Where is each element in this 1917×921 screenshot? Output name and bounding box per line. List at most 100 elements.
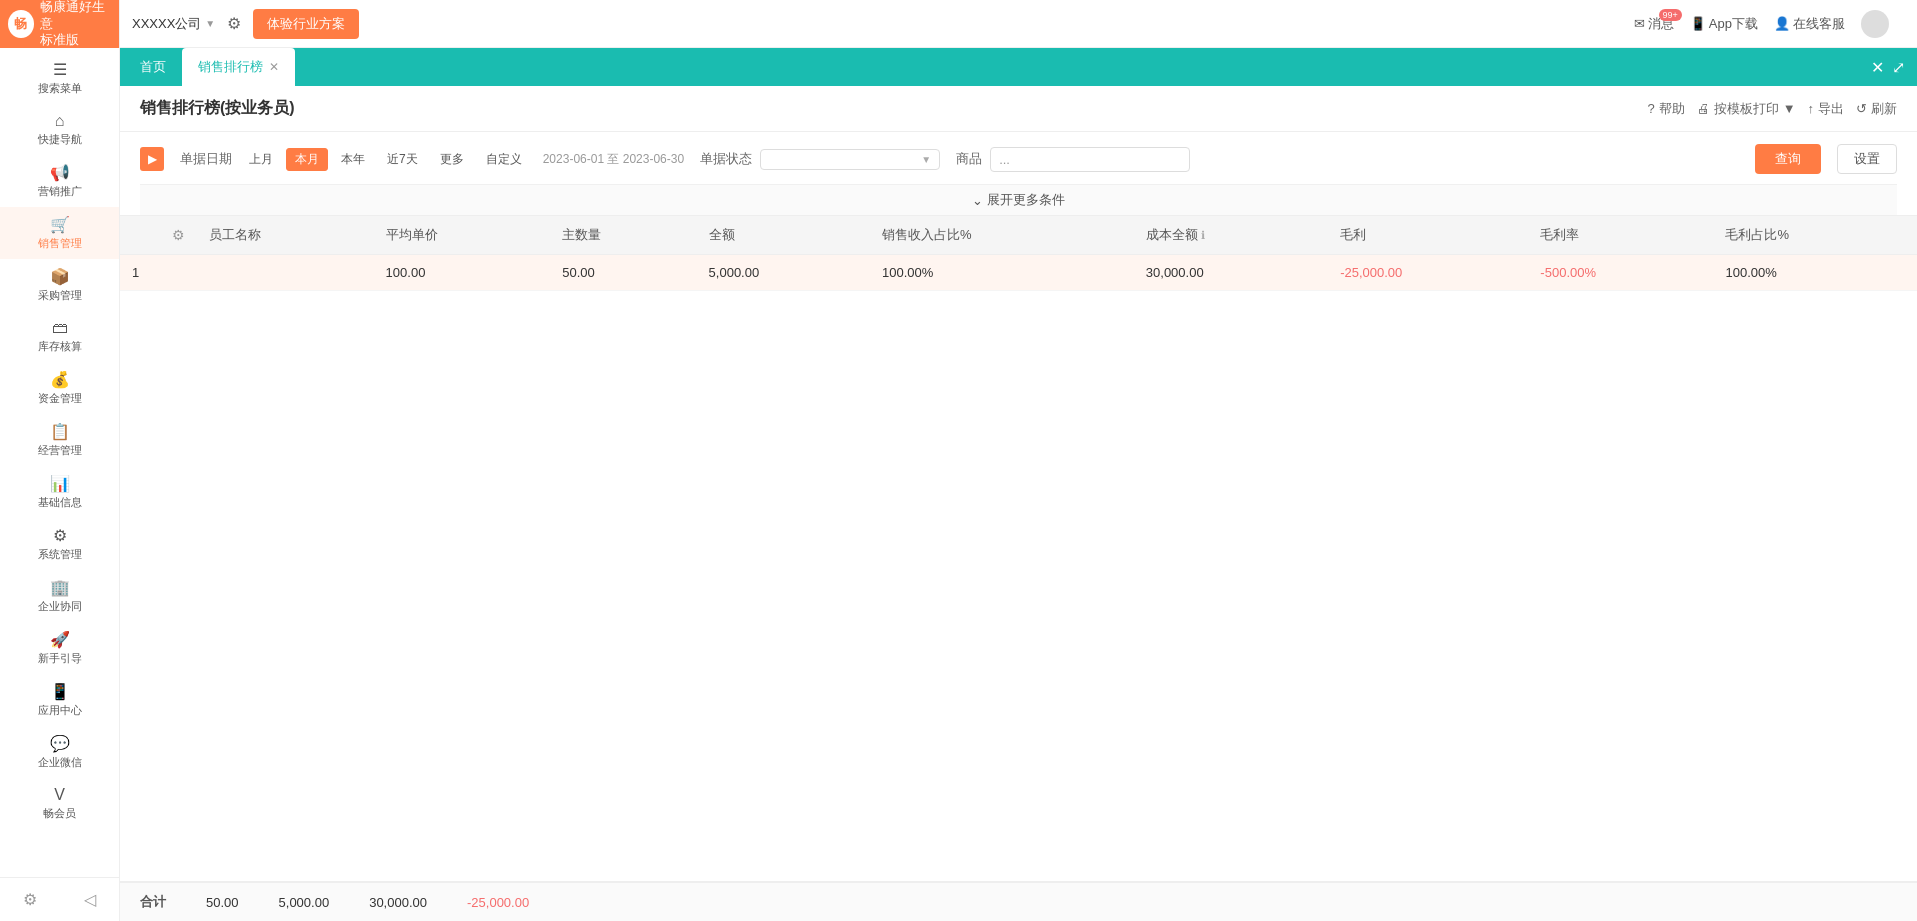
message-badge: 99+: [1659, 9, 1682, 21]
tab-home[interactable]: 首页: [124, 48, 182, 86]
sidebar-item-search[interactable]: ☰ 搜索菜单: [0, 52, 119, 104]
company-selector[interactable]: XXXXX公司 ▼: [132, 15, 215, 33]
sidebar-icon-operation: 📋: [50, 422, 70, 441]
sidebar-item-operation[interactable]: 📋 经营管理: [0, 414, 119, 466]
footer-cost: 30,000.00: [369, 895, 427, 910]
goods-placeholder: ...: [999, 152, 1010, 167]
tabbar: 首页 销售排行榜 ✕ ✕ ⤢: [120, 48, 1917, 86]
sidebar-item-base[interactable]: 📊 基础信息: [0, 466, 119, 518]
service-label: 在线客服: [1793, 15, 1845, 33]
sidebar-label-base: 基础信息: [38, 495, 82, 510]
sidebar-icon-vip: V: [54, 786, 65, 804]
filter-settings-button[interactable]: 设置: [1837, 144, 1897, 174]
query-button[interactable]: 查询: [1755, 144, 1821, 174]
message-icon: ✉: [1634, 16, 1645, 31]
service-icon: 👤: [1774, 16, 1790, 31]
tab-sales-rank-close-icon[interactable]: ✕: [269, 60, 279, 74]
sidebar-label-search: 搜索菜单: [38, 81, 82, 96]
date-btn-more[interactable]: 更多: [431, 148, 473, 171]
date-btn-7days[interactable]: 近7天: [378, 148, 427, 171]
try-solution-button[interactable]: 体验行业方案: [253, 9, 359, 39]
sidebar-item-marketing[interactable]: 📢 营销推广: [0, 155, 119, 207]
message-button[interactable]: ✉ 消息 99+: [1634, 15, 1674, 33]
sidebar-item-system[interactable]: ⚙ 系统管理: [0, 518, 119, 570]
sidebar-item-wechat[interactable]: 💬 企业微信: [0, 726, 119, 778]
date-btn-this-year[interactable]: 本年: [332, 148, 374, 171]
sidebar-settings-btn[interactable]: ⚙: [15, 886, 45, 913]
page-title: 销售排行榜(按业务员): [140, 98, 295, 119]
print-arrow-icon: ▼: [1783, 101, 1796, 116]
status-select[interactable]: ▼: [760, 149, 940, 170]
sidebar-icon-base: 📊: [50, 474, 70, 493]
footer-qty: 50.00: [206, 895, 239, 910]
cell-gross-rate: -500.00%: [1528, 255, 1713, 291]
goods-filter: 商品 ...: [956, 147, 1190, 172]
cell-gross: -25,000.00: [1328, 255, 1528, 291]
cell-qty: 50.00: [550, 255, 696, 291]
tab-sales-rank[interactable]: 销售排行榜 ✕: [182, 48, 295, 86]
help-button[interactable]: ? 帮助: [1647, 100, 1684, 118]
table-footer: 合计 50.00 5,000.00 30,000.00 -25,000.00: [120, 881, 1917, 921]
sidebar-item-enterprise[interactable]: 🏢 企业协同: [0, 570, 119, 622]
app-download-button[interactable]: 📱 App下载: [1690, 15, 1758, 33]
cost-info-icon[interactable]: ℹ: [1201, 229, 1205, 241]
th-gross: 毛利: [1328, 216, 1528, 255]
sidebar-item-sales[interactable]: 🛒 销售管理: [0, 207, 119, 259]
sidebar-icon-marketing: 📢: [50, 163, 70, 182]
th-seq: [120, 216, 160, 255]
sidebar-icon-sales: 🛒: [50, 215, 70, 234]
table-area: ⚙ 员工名称 平均单价 主数量 全额 销售收入占比% 成本全额 ℹ 毛利 毛利率…: [120, 216, 1917, 881]
sidebar-collapse-btn[interactable]: ◁: [76, 886, 104, 913]
sidebar-item-newbie[interactable]: 🚀 新手引导: [0, 622, 119, 674]
logo-icon: 畅: [8, 10, 34, 38]
column-settings-icon[interactable]: ⚙: [172, 227, 185, 243]
sidebar-item-shortcut[interactable]: ⌂ 快捷导航: [0, 104, 119, 155]
template-print-button[interactable]: 🖨 按模板打印 ▼: [1697, 100, 1796, 118]
topbar-settings-icon[interactable]: ⚙: [223, 10, 245, 37]
topbar-right: ✉ 消息 99+ 📱 App下载 👤 在线客服: [1634, 10, 1905, 38]
company-arrow-icon: ▼: [205, 18, 215, 29]
refresh-button[interactable]: ↺ 刷新: [1856, 100, 1897, 118]
th-gross-rate: 毛利率: [1528, 216, 1713, 255]
sidebar-bottom: ⚙ ◁: [0, 877, 119, 921]
filter-row: ▶ 单据日期 上月 本月 本年 近7天 更多 自定义 2023-06-01 至 …: [140, 144, 1897, 184]
sidebar-label-operation: 经营管理: [38, 443, 82, 458]
status-select-arrow-icon: ▼: [921, 154, 931, 165]
sidebar-item-inventory[interactable]: 🗃 库存核算: [0, 311, 119, 362]
app-label: App下载: [1709, 15, 1758, 33]
sidebar-icon-finance: 💰: [50, 370, 70, 389]
date-btn-this-month[interactable]: 本月: [286, 148, 328, 171]
online-service-button[interactable]: 👤 在线客服: [1774, 15, 1845, 33]
sidebar-label-marketing: 营销推广: [38, 184, 82, 199]
sidebar-label-inventory: 库存核算: [38, 339, 82, 354]
export-icon: ↑: [1808, 101, 1815, 116]
sidebar: 畅 畅康通好生意 标准版 ☰ 搜索菜单⌂ 快捷导航📢 营销推广🛒 销售管理📦 采…: [0, 0, 120, 921]
date-btn-last-month[interactable]: 上月: [240, 148, 282, 171]
table-header-row: ⚙ 员工名称 平均单价 主数量 全额 销售收入占比% 成本全额 ℹ 毛利 毛利率…: [120, 216, 1917, 255]
help-icon: ?: [1647, 101, 1654, 116]
sidebar-label-wechat: 企业微信: [38, 755, 82, 770]
tabbar-close-btn[interactable]: ✕: [1871, 58, 1884, 77]
th-avg-price: 平均单价: [374, 216, 551, 255]
date-filter: 单据日期 上月 本月 本年 近7天 更多 自定义 2023-06-01 至 20…: [180, 148, 684, 171]
refresh-label: 刷新: [1871, 100, 1897, 118]
tabbar-expand-btn[interactable]: ⤢: [1892, 58, 1905, 77]
sidebar-item-appstore[interactable]: 📱 应用中心: [0, 674, 119, 726]
export-label: 导出: [1818, 100, 1844, 118]
goods-input[interactable]: ...: [990, 147, 1190, 172]
th-amount: 全额: [697, 216, 870, 255]
user-avatar[interactable]: [1861, 10, 1889, 38]
page-content: 销售排行榜(按业务员) ? 帮助 🖨 按模板打印 ▼ ↑ 导出 ↺ 刷新: [120, 86, 1917, 921]
sidebar-item-purchase[interactable]: 📦 采购管理: [0, 259, 119, 311]
logo-text: 畅康通好生意 标准版: [40, 0, 111, 49]
sidebar-label-sales: 销售管理: [38, 236, 82, 251]
export-button[interactable]: ↑ 导出: [1808, 100, 1845, 118]
footer-label: 合计: [132, 893, 166, 911]
main-area: XXXXX公司 ▼ ⚙ 体验行业方案 ✉ 消息 99+ 📱 App下载 👤 在线…: [120, 0, 1917, 921]
sidebar-item-vip[interactable]: V 畅会员: [0, 778, 119, 829]
expand-more-btn[interactable]: ⌄ 展开更多条件: [140, 184, 1897, 215]
sidebar-item-finance[interactable]: 💰 资金管理: [0, 362, 119, 414]
status-filter: 单据状态 ▼: [700, 149, 940, 170]
filter-toggle-btn[interactable]: ▶: [140, 147, 164, 171]
date-btn-custom[interactable]: 自定义: [477, 148, 531, 171]
